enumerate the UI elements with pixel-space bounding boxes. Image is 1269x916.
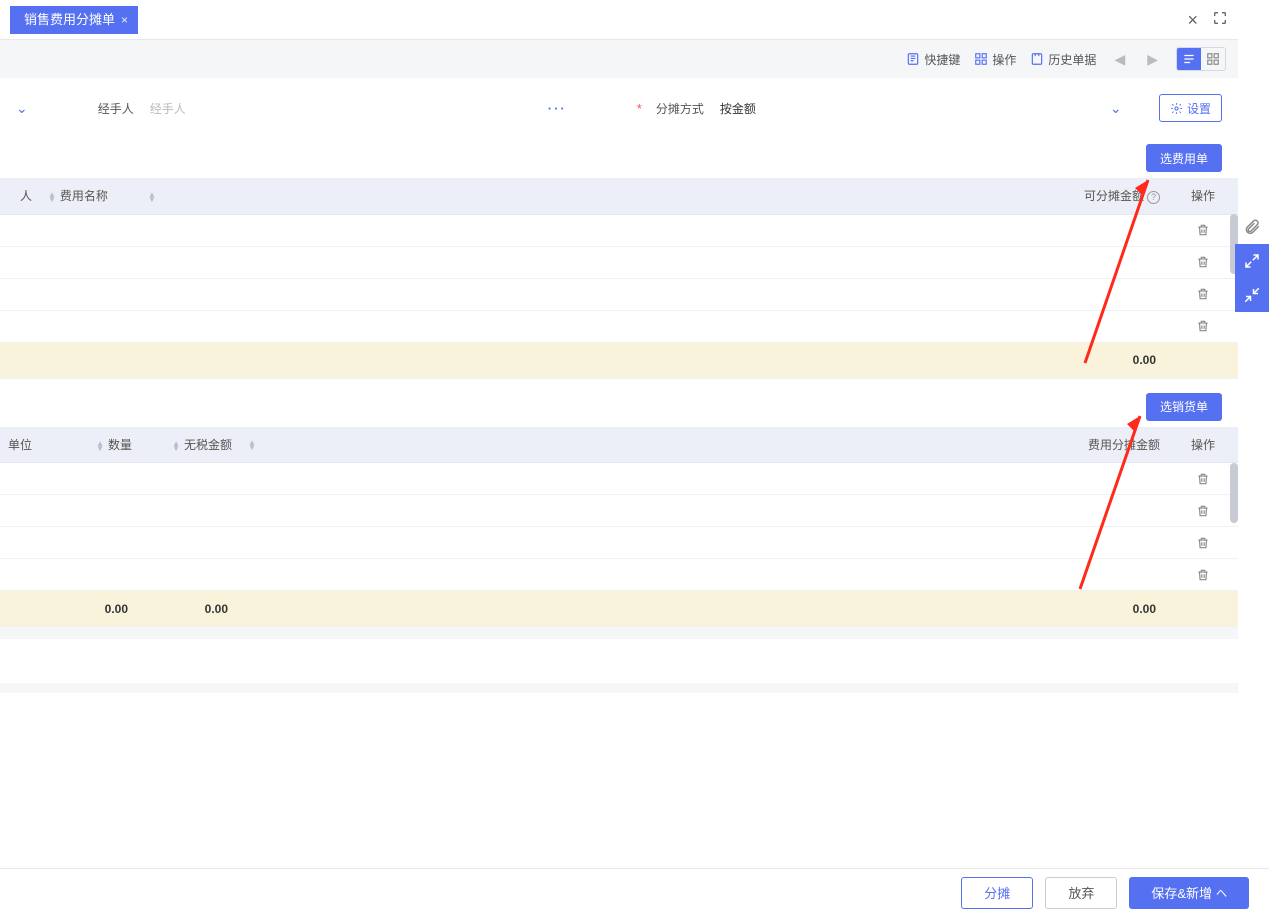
table-row[interactable] <box>0 214 1238 246</box>
table-row[interactable] <box>0 246 1238 278</box>
trash-icon[interactable] <box>1196 287 1210 301</box>
method-select[interactable]: 按金额 <box>720 100 1100 117</box>
select-expense-bill-button[interactable]: 选费用单 <box>1146 144 1222 172</box>
expand-out-icon[interactable] <box>1235 244 1269 278</box>
next-record-icon[interactable]: ▶ <box>1143 51 1162 68</box>
handler-input[interactable]: 经手人 <box>150 100 530 117</box>
info-icon: ? <box>1147 191 1160 204</box>
fullscreen-icon[interactable] <box>1212 10 1228 26</box>
operate-button[interactable]: 操作 <box>974 51 1016 68</box>
form-row: ⌄ 经手人 经手人 ··· * 分摊方式 按金额 ⌄ 设置 <box>0 78 1238 138</box>
table-row[interactable] <box>0 463 1238 495</box>
total-row: 0.000.000.00 <box>0 591 1238 627</box>
trash-icon[interactable] <box>1196 255 1210 269</box>
tab-close-x-icon[interactable]: × <box>121 6 128 34</box>
save-and-new-button[interactable]: 保存&新增 ヘ <box>1129 877 1249 909</box>
view-list-icon[interactable] <box>1177 48 1201 70</box>
trash-icon[interactable] <box>1196 319 1210 333</box>
trash-icon[interactable] <box>1196 504 1210 518</box>
close-icon[interactable]: × <box>1187 10 1198 31</box>
allocate-button[interactable]: 分摊 <box>961 877 1033 909</box>
trash-icon[interactable] <box>1196 568 1210 582</box>
col-fee-alloc[interactable]: 费用分摊金额 <box>1058 427 1168 463</box>
col-alloc-amount[interactable]: 可分摊金额? <box>1058 178 1168 214</box>
expand-in-icon[interactable] <box>1235 278 1269 312</box>
expense-table: 人 ▲▼费用名称 ▲▼ 可分摊金额? 操作 0.00 <box>0 178 1238 379</box>
tab-title: 销售费用分摊单 <box>24 6 115 34</box>
col-empty[interactable]: ▲▼ <box>140 178 1058 214</box>
table-row[interactable] <box>0 559 1238 591</box>
history-button[interactable]: 历史单据 <box>1030 51 1096 68</box>
total-row: 0.00 <box>0 342 1238 378</box>
col-notax[interactable]: ▲▼无税金额 <box>140 427 240 463</box>
trash-icon[interactable] <box>1196 472 1210 486</box>
col-op2: 操作 <box>1168 427 1238 463</box>
required-mark: * <box>637 101 642 116</box>
col-qty[interactable]: ▲▼数量 <box>40 427 140 463</box>
handler-more-icon[interactable]: ··· <box>548 101 567 116</box>
method-chevron-icon[interactable]: ⌄ <box>1110 100 1122 117</box>
attachment-icon[interactable] <box>1235 210 1269 244</box>
settings-button[interactable]: 设置 <box>1159 94 1222 122</box>
tab-bar: 销售费用分摊单 × × <box>0 0 1238 40</box>
toolbar: 快捷键 操作 历史单据 ◀ ▶ <box>0 40 1238 78</box>
discard-button[interactable]: 放弃 <box>1045 877 1117 909</box>
chevron-up-icon: ヘ <box>1216 885 1227 901</box>
chevron-down-icon[interactable]: ⌄ <box>16 100 28 117</box>
col-empty2[interactable]: ▲▼ <box>240 427 1058 463</box>
view-grid-icon[interactable] <box>1201 48 1225 70</box>
select-sales-bill-button[interactable]: 选销货单 <box>1146 393 1222 421</box>
prev-record-icon[interactable]: ◀ <box>1110 51 1129 68</box>
col-op: 操作 <box>1168 178 1238 214</box>
method-label: 分摊方式 <box>656 100 704 117</box>
view-toggle <box>1176 47 1226 71</box>
table-row[interactable] <box>0 278 1238 310</box>
col-payer[interactable]: 人 <box>0 178 40 214</box>
tab-sales-expense[interactable]: 销售费用分摊单 × <box>10 6 138 34</box>
shortcut-button[interactable]: 快捷键 <box>906 51 960 68</box>
trash-icon[interactable] <box>1196 223 1210 237</box>
handler-label: 经手人 <box>98 100 134 117</box>
table-row[interactable] <box>0 310 1238 342</box>
sales-table: 单位 ▲▼数量 ▲▼无税金额 ▲▼ 费用分摊金额 操作 0.000.000.00 <box>0 427 1238 628</box>
table-row[interactable] <box>0 495 1238 527</box>
trash-icon[interactable] <box>1196 536 1210 550</box>
footer: 分摊 放弃 保存&新增 ヘ <box>0 868 1269 916</box>
empty-panel <box>0 693 1238 873</box>
table-row[interactable] <box>0 527 1238 559</box>
side-icon-bar <box>1235 210 1269 312</box>
col-fee-name[interactable]: ▲▼费用名称 <box>40 178 140 214</box>
scrollbar-thumb[interactable] <box>1230 463 1238 523</box>
col-unit[interactable]: 单位 <box>0 427 40 463</box>
